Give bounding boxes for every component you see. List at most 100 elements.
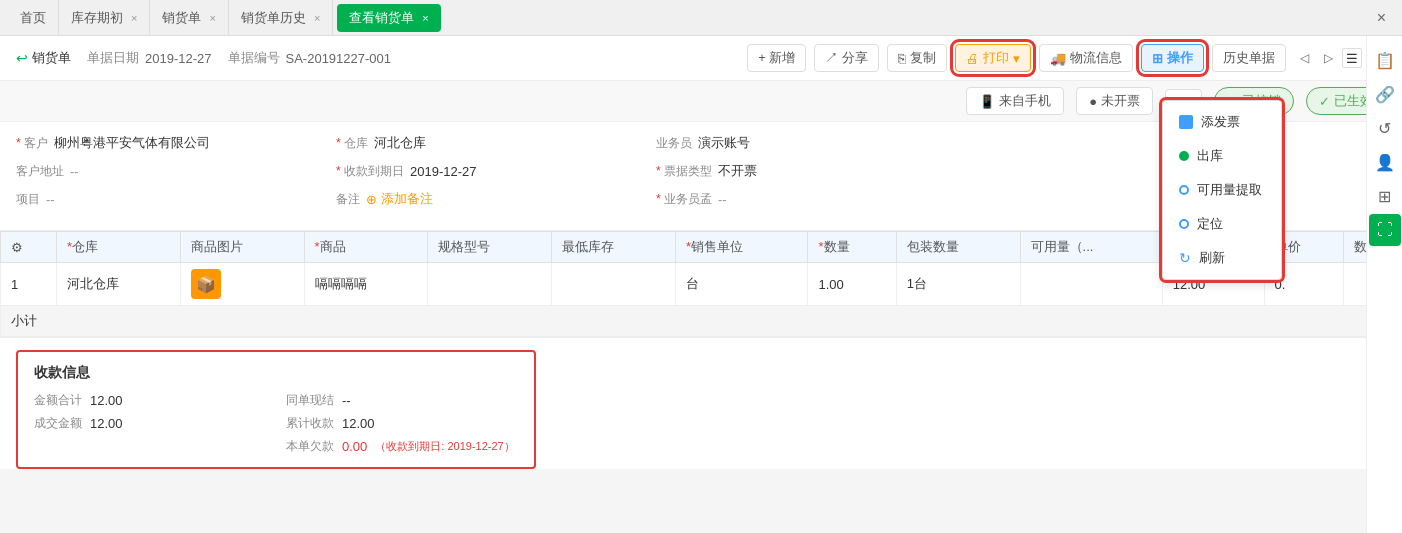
history-button[interactable]: 历史单据 [1212,44,1286,72]
logistics-button[interactable]: 🚚 物流信息 [1039,44,1133,72]
employee-label: 业务员 [656,135,692,152]
sales-order-icon: ↩ [16,50,28,66]
row-qty: 1.00 [808,263,896,306]
invoice-icon: ● [1089,94,1097,109]
prev-nav[interactable]: ◁ [1294,48,1314,68]
copy-label: 复制 [910,49,936,67]
refresh-item[interactable]: ↻ 刷新 [1163,241,1281,275]
tab-home[interactable]: 首页 [8,0,59,36]
product-column-header: *商品 [304,232,428,263]
locate-item[interactable]: 定位 [1163,207,1281,241]
list-layout-icon[interactable]: ☰ [1342,48,1362,68]
due-date-label: 收款到期日 [336,163,404,180]
address-field: 客户地址 -- [16,163,296,180]
customer-label: 客户 [16,135,48,152]
project-field: 项目 -- [16,191,296,208]
due-date-field: 收款到期日 2019-12-27 [336,163,616,180]
business-staff-value: -- [718,192,727,207]
row-unit: 台 [676,263,808,306]
effect-icon: ✓ [1319,94,1330,109]
cumulative-value: 12.00 [342,416,375,431]
logistics-label: 物流信息 [1070,49,1122,67]
from-mobile-label: 来自手机 [999,92,1051,110]
sidebar-rotate-icon[interactable]: ↺ [1369,112,1401,144]
tab-view-sales[interactable]: 查看销货单 × [337,4,440,32]
payment-title: 收款信息 [34,364,518,382]
project-label: 项目 [16,191,40,208]
print-button[interactable]: 🖨 打印 ▾ [955,44,1031,72]
window-close-button[interactable]: × [1369,9,1394,27]
toolbar: + 新增 ↗ 分享 ⎘ 复制 🖨 打印 ▾ 🚚 物流信息 ⊞ 操作 [747,44,1386,72]
quantity-fetch-item[interactable]: 可用量提取 [1163,173,1281,207]
sidebar-grid-icon[interactable]: ⊞ [1369,180,1401,212]
not-open-button[interactable]: ● 未开票 [1076,87,1153,115]
tab-inventory-init-label: 库存期初 [71,9,123,27]
employee-value: 演示账号 [698,134,750,152]
available-column-header: 可用量（... [1020,232,1162,263]
product-img-column-header: 商品图片 [180,232,304,263]
doc-meta-number: 单据编号 SA-20191227-001 [228,49,392,67]
share-button[interactable]: ↗ 分享 [814,44,879,72]
quantity-fetch-label: 可用量提取 [1197,181,1262,199]
overdue-note: （收款到期日: 2019-12-27） [375,439,514,454]
outbound-item[interactable]: 出库 [1163,139,1281,173]
number-value: SA-20191227-001 [286,51,392,66]
row-product: 嗝嗝嗝嗝 [304,263,428,306]
subtotal-row: 小计 [1,306,1402,337]
tab-view-sales-label: 查看销货单 [349,9,414,27]
from-mobile-button[interactable]: 📱 来自手机 [966,87,1064,115]
address-label: 客户地址 [16,163,64,180]
sidebar-person-icon[interactable]: 👤 [1369,146,1401,178]
warehouse-field: 仓库 河北仓库 [336,134,616,152]
sidebar-link-icon[interactable]: 🔗 [1369,78,1401,110]
tab-view-sales-close[interactable]: × [422,12,428,24]
tab-sales-history-close[interactable]: × [314,12,320,24]
tab-sales-order-label: 销货单 [162,9,201,27]
tab-sales-history[interactable]: 销货单历史 × [229,0,333,36]
right-sidebar: 📋 🔗 ↺ 👤 ⊞ ⛶ [1366,36,1402,481]
cumulative-row: 累计收款 12.00 [286,415,518,432]
tab-inventory-init[interactable]: 库存期初 × [59,0,150,36]
locate-label: 定位 [1197,215,1223,233]
min-stock-column-header: 最低库存 [552,232,676,263]
print-icon: 🖨 [966,51,979,66]
add-invoice-item[interactable]: 添发票 [1163,105,1281,139]
cumulative-label: 累计收款 [286,415,334,432]
spec-column-header: 规格型号 [428,232,552,263]
outbound-icon [1179,151,1189,161]
payment-box: 收款信息 金额合计 12.00 同单现结 -- 成交金额 12.00 累计收款 … [16,350,536,469]
customer-value: 柳州粤港平安气体有限公司 [54,134,210,152]
sidebar-expand-icon[interactable]: ⛶ [1369,214,1401,246]
transaction-row: 成交金额 12.00 [34,415,266,432]
tab-inventory-init-close[interactable]: × [131,12,137,24]
mobile-icon: 📱 [979,94,995,109]
print-label: 打印 [983,49,1009,67]
add-invoice-label: 添发票 [1201,113,1240,131]
doc-meta-date: 单据日期 2019-12-27 [87,49,212,67]
add-note-button[interactable]: ⊕ 添加备注 [366,190,433,208]
sidebar-doc-icon[interactable]: 📋 [1369,44,1401,76]
date-value: 2019-12-27 [145,51,212,66]
copy-button[interactable]: ⎘ 复制 [887,44,947,72]
print-dropdown-icon: ▾ [1013,51,1020,66]
doc-title-text: 销货单 [32,49,71,67]
note-label: 备注 [336,191,360,208]
payment-grid: 金额合计 12.00 同单现结 -- 成交金额 12.00 累计收款 12.00… [34,392,518,455]
warehouse-column-header: *仓库 [56,232,180,263]
add-note-label: 添加备注 [381,190,433,208]
operations-grid-icon: ⊞ [1152,51,1163,66]
row-available [1020,263,1162,306]
add-button[interactable]: + 新增 [747,44,806,72]
operations-button[interactable]: ⊞ 操作 [1141,44,1204,72]
tab-sales-order-close[interactable]: × [209,12,215,24]
due-date-value: 2019-12-27 [410,164,477,179]
next-nav[interactable]: ▷ [1318,48,1338,68]
row-product-img: 📦 [180,263,304,306]
tab-sales-order[interactable]: 销货单 × [150,0,228,36]
gear-column-header[interactable]: ⚙ [1,232,57,263]
tab-home-label: 首页 [20,9,46,27]
tab-sales-history-label: 销货单历史 [241,9,306,27]
row-min-stock [552,263,676,306]
same-order-row: 同单现结 -- [286,392,518,409]
address-value: -- [70,164,79,179]
